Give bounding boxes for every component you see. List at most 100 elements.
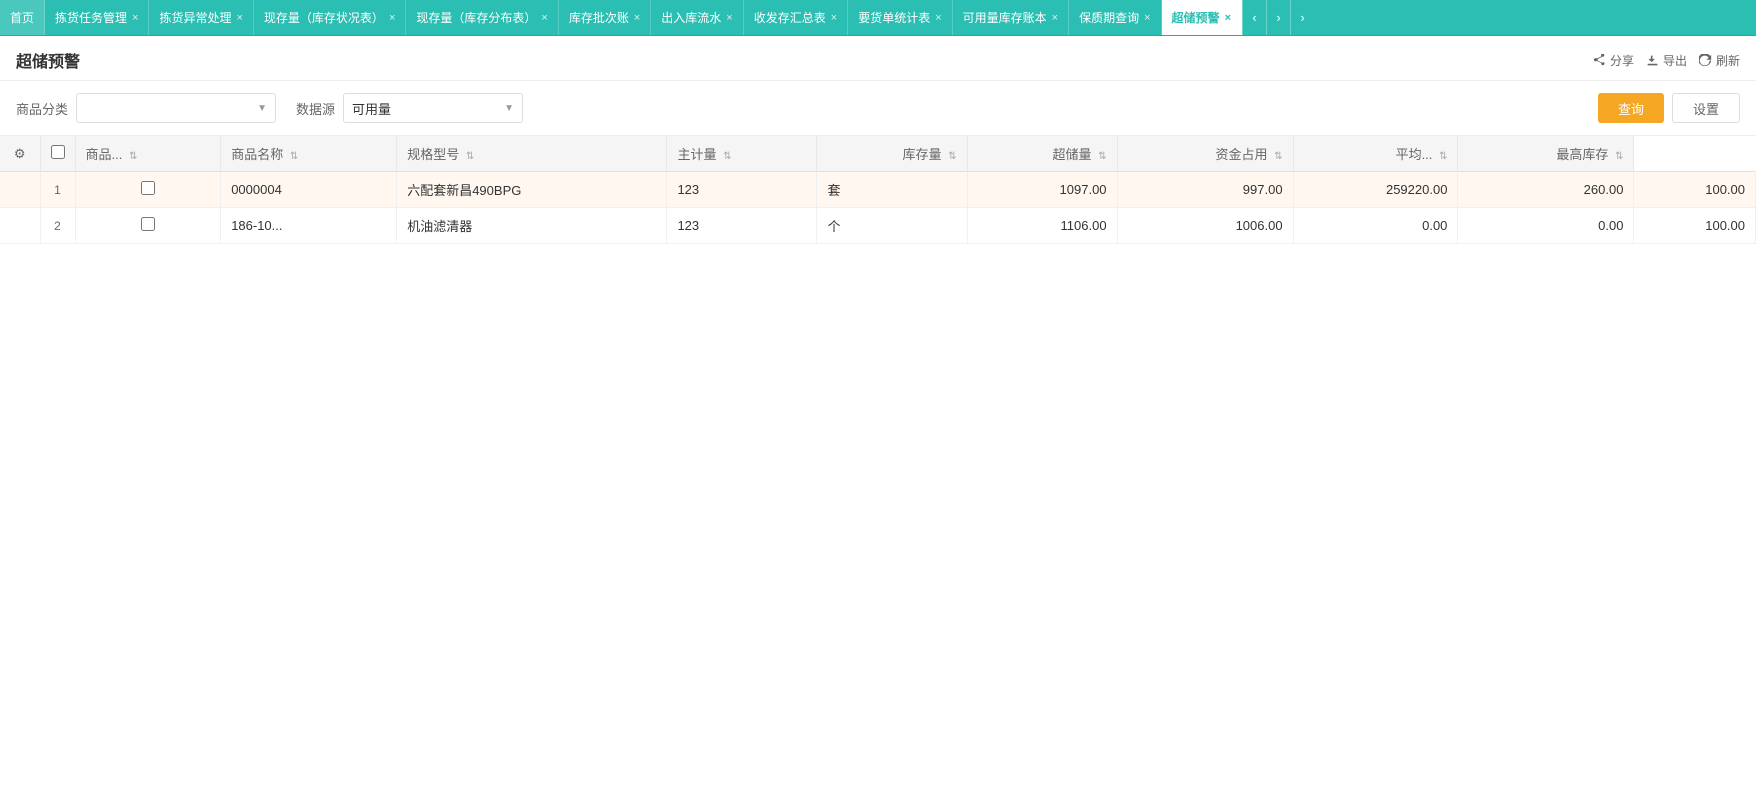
close-icon[interactable]: × — [132, 12, 138, 24]
table-row: 2 186-10... 机油滤清器 123 个 — [0, 208, 1756, 244]
spec-col-header[interactable]: 规格型号 ⇅ — [397, 136, 667, 172]
sort-icon: ⇅ — [1274, 151, 1282, 162]
sort-icon: ⇅ — [1439, 151, 1447, 162]
filter-actions: 查询 设置 — [1598, 93, 1740, 123]
close-icon[interactable]: × — [634, 12, 640, 24]
table-row: 1 0000004 六配套新昌490BPG 123 套 — [0, 172, 1756, 208]
unit-cell: 个 — [817, 208, 967, 244]
nav-item-stock-status[interactable]: 现存量（库存状况表） × — [254, 0, 406, 36]
table-body: 1 0000004 六配套新昌490BPG 123 套 — [0, 172, 1756, 244]
capital-cell: 259220.00 — [1293, 172, 1458, 208]
unit-cell: 套 — [817, 172, 967, 208]
nav-item-summary[interactable]: 收发存汇总表 × — [744, 0, 848, 36]
filter-row: 商品分类 ▼ 数据源 可用量 ▼ 查询 设置 — [0, 81, 1756, 136]
page-title: 超储预警 — [16, 48, 80, 72]
nav-item-stock-dist[interactable]: 现存量（库存分布表） × — [406, 0, 558, 36]
nav-item-expiry[interactable]: 保质期查询 × — [1069, 0, 1161, 36]
nav-item-available[interactable]: 可用量库存账本 × — [953, 0, 1069, 36]
chevron-down-icon: ▼ — [257, 103, 267, 114]
nav-item-batch[interactable]: 库存批次账 × — [559, 0, 651, 36]
product-code-cell: 0000004 — [221, 172, 397, 208]
row-select-cell — [75, 172, 221, 208]
nav-arrow-more[interactable]: › — [1290, 0, 1314, 36]
query-button[interactable]: 查询 — [1598, 93, 1664, 123]
settings-button[interactable]: 设置 — [1672, 93, 1740, 123]
datasource-label: 数据源 — [296, 99, 335, 118]
share-button[interactable]: 分享 — [1593, 52, 1634, 69]
capital-col-header[interactable]: 资金占用 ⇅ — [1117, 136, 1293, 172]
stock-cell: 1097.00 — [967, 172, 1117, 208]
sort-icon: ⇅ — [1615, 151, 1623, 162]
row-checkbox[interactable] — [141, 181, 155, 195]
stock-col-header[interactable]: 库存量 ⇅ — [817, 136, 967, 172]
row-index: 1 — [40, 172, 75, 208]
chevron-down-icon: ▼ — [504, 103, 514, 114]
overstock-cell: 1006.00 — [1117, 208, 1293, 244]
nav-item-order-stats[interactable]: 要货单统计表 × — [848, 0, 952, 36]
select-all-checkbox[interactable] — [51, 145, 65, 159]
close-icon[interactable]: × — [831, 12, 837, 24]
row-select-cell — [75, 208, 221, 244]
sort-icon: ⇅ — [1098, 151, 1106, 162]
close-icon[interactable]: × — [1052, 12, 1058, 24]
nav-item-home[interactable]: 首页 — [0, 0, 45, 36]
checkbox-col-header — [40, 136, 75, 172]
table-container: ⚙ 商品... ⇅ 商品名称 ⇅ 规格型号 ⇅ — [0, 136, 1756, 244]
capital-cell: 0.00 — [1293, 208, 1458, 244]
overstock-col-header[interactable]: 超储量 ⇅ — [967, 136, 1117, 172]
category-filter-group: 商品分类 ▼ — [16, 93, 276, 123]
max-stock-cell: 100.00 — [1634, 208, 1756, 244]
gear-icon[interactable]: ⚙ — [14, 146, 26, 161]
product-name-cell: 六配套新昌490BPG — [397, 172, 667, 208]
product-code-col-header[interactable]: 商品... ⇅ — [75, 136, 221, 172]
product-code-cell: 186-10... — [221, 208, 397, 244]
data-table: ⚙ 商品... ⇅ 商品名称 ⇅ 规格型号 ⇅ — [0, 136, 1756, 244]
row-checkbox[interactable] — [141, 217, 155, 231]
refresh-button[interactable]: 刷新 — [1699, 52, 1740, 69]
sort-icon: ⇅ — [948, 151, 956, 162]
close-icon[interactable]: × — [935, 12, 941, 24]
category-label: 商品分类 — [16, 99, 68, 118]
page-header: 超储预警 分享 导出 刷新 — [0, 36, 1756, 81]
row-gear — [0, 172, 40, 208]
close-icon[interactable]: × — [236, 12, 242, 24]
nav-item-task[interactable]: 拣货任务管理 × — [45, 0, 149, 36]
datasource-filter-group: 数据源 可用量 ▼ — [296, 93, 523, 123]
product-name-cell: 机油滤清器 — [397, 208, 667, 244]
datasource-select[interactable]: 可用量 ▼ — [343, 93, 523, 123]
nav-item-overstock[interactable]: 超储预警 × — [1162, 0, 1242, 36]
product-name-col-header[interactable]: 商品名称 ⇅ — [221, 136, 397, 172]
main-content: 超储预警 分享 导出 刷新 商品分类 ▼ 数据源 — [0, 36, 1756, 800]
nav-arrow-left[interactable]: ‹ — [1242, 0, 1266, 36]
avg-cell: 0.00 — [1458, 208, 1634, 244]
stock-cell: 1106.00 — [967, 208, 1117, 244]
refresh-icon — [1699, 54, 1712, 67]
category-select[interactable]: ▼ — [76, 93, 276, 123]
close-icon[interactable]: × — [1225, 12, 1231, 24]
close-icon[interactable]: × — [1144, 12, 1150, 24]
max-stock-col-header[interactable]: 最高库存 ⇅ — [1458, 136, 1634, 172]
avg-col-header[interactable]: 平均... ⇅ — [1293, 136, 1458, 172]
row-index: 2 — [40, 208, 75, 244]
datasource-value: 可用量 — [352, 99, 391, 118]
overstock-cell: 997.00 — [1117, 172, 1293, 208]
sort-icon: ⇅ — [129, 151, 137, 162]
nav-item-exception[interactable]: 拣货异常处理 × — [149, 0, 253, 36]
close-icon[interactable]: × — [389, 12, 395, 24]
spec-cell: 123 — [667, 208, 817, 244]
sort-icon: ⇅ — [290, 151, 298, 162]
gear-col-header[interactable]: ⚙ — [0, 136, 40, 172]
table-header: ⚙ 商品... ⇅ 商品名称 ⇅ 规格型号 ⇅ — [0, 136, 1756, 172]
share-icon — [1593, 54, 1606, 67]
unit-col-header[interactable]: 主计量 ⇅ — [667, 136, 817, 172]
nav-item-flow[interactable]: 出入库流水 × — [651, 0, 743, 36]
spec-cell: 123 — [667, 172, 817, 208]
top-nav: 首页 拣货任务管理 × 拣货异常处理 × 现存量（库存状况表） × 现存量（库存… — [0, 0, 1756, 36]
export-button[interactable]: 导出 — [1646, 52, 1687, 69]
nav-arrow-right[interactable]: › — [1266, 0, 1290, 36]
row-gear — [0, 208, 40, 244]
close-icon[interactable]: × — [541, 12, 547, 24]
export-icon — [1646, 54, 1659, 67]
avg-cell: 260.00 — [1458, 172, 1634, 208]
close-icon[interactable]: × — [726, 12, 732, 24]
